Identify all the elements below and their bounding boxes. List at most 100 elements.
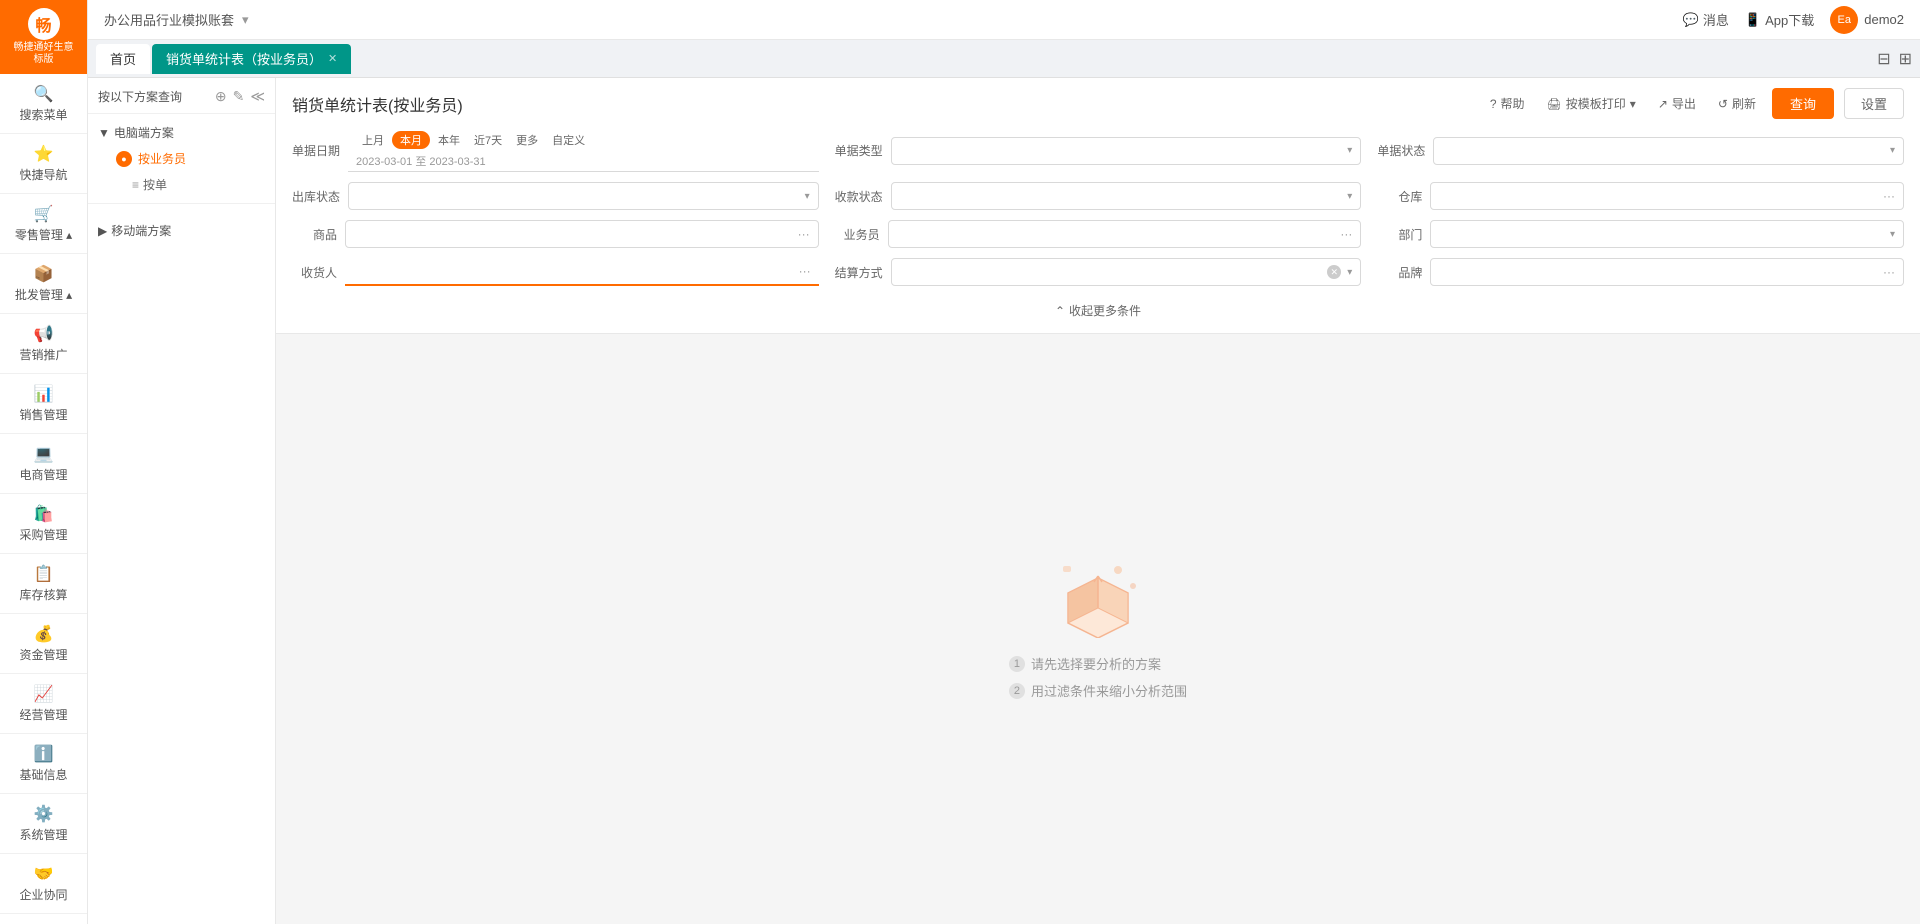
- right-content: 销货单统计表(按业务员) ? 帮助 🖨 按模板打印 ▾ ↗: [276, 78, 1920, 924]
- date-filter-control[interactable]: 上月 本月 本年 近7天 更多 自定义 2023-03-01 至 2023-03…: [348, 129, 819, 172]
- filter-out-status-field: 出库状态 ▾: [292, 182, 819, 210]
- tabbar: 首页 销货单统计表（按业务员） ✕ ⊟ ⊞: [88, 40, 1920, 78]
- edit-scheme-icon[interactable]: ✎: [233, 88, 245, 105]
- receiver-more-icon: ···: [799, 264, 811, 278]
- print-dropdown-icon[interactable]: ▾: [1630, 97, 1636, 111]
- tab-home[interactable]: 首页: [96, 44, 150, 74]
- scheme-section-desktop: ▼ 电脑端方案 ● 按业务员 ≡ 按单: [88, 114, 275, 203]
- sidebar-menu-icon-9: 💰: [4, 624, 83, 644]
- scheme-item-salesperson[interactable]: ● 按业务员: [88, 145, 275, 172]
- payment-label: 结算方式: [835, 264, 883, 281]
- scheme-group-desktop[interactable]: ▼ 电脑端方案: [88, 120, 275, 145]
- filter-payment-field: 结算方式 ✕ ▾: [835, 258, 1362, 286]
- left-panel-header: 按以下方案查询 ⊕ ✎ ≪: [88, 88, 275, 114]
- brand-control[interactable]: ···: [1430, 258, 1904, 286]
- sidebar-menu-icon-8: 📋: [4, 564, 83, 584]
- sidebar-item-4[interactable]: 📢营销推广: [0, 314, 87, 374]
- salesperson-control[interactable]: ···: [888, 220, 1362, 248]
- sidebar-item-11[interactable]: ℹ️基础信息: [0, 734, 87, 794]
- sidebar-menu-label-6: 电商管理: [4, 466, 83, 483]
- tab-minimize-icon[interactable]: ⊟: [1877, 49, 1890, 69]
- bill-type-control[interactable]: ▾: [891, 137, 1362, 165]
- sidebar-menu-icon-10: 📈: [4, 684, 83, 704]
- tab-close-icon[interactable]: ✕: [328, 52, 337, 65]
- date-tab-thismonth[interactable]: 本月: [392, 131, 430, 149]
- date-tab-7days[interactable]: 近7天: [468, 131, 508, 149]
- sidebar-menu-label-2: 零售管理 ▴: [4, 226, 83, 243]
- sidebar-menu-icon-1: ⭐: [4, 144, 83, 164]
- scheme-group-mobile[interactable]: ▶ 移动端方案: [88, 218, 275, 243]
- sidebar-item-12[interactable]: ⚙️系统管理: [0, 794, 87, 854]
- receive-status-control[interactable]: ▾: [891, 182, 1362, 210]
- filter-receive-status-field: 收款状态 ▾: [835, 182, 1362, 210]
- sidebar-item-2[interactable]: 🛒 零售管理 ▴: [0, 194, 87, 254]
- payment-clear-icon[interactable]: ✕: [1327, 265, 1341, 279]
- data-area: 1 请先选择要分析的方案 2 用过滤条件来缩小分析范围: [276, 334, 1920, 924]
- date-label: 单据日期: [292, 142, 340, 159]
- department-label: 部门: [1377, 226, 1422, 243]
- sub-item-label: 按单: [143, 176, 167, 193]
- help-button[interactable]: ? 帮助: [1484, 93, 1531, 114]
- topbar-right: 💬 消息 📱 App下载 Ea demo2: [1683, 6, 1904, 34]
- message-button[interactable]: 💬 消息: [1683, 10, 1729, 29]
- sidebar-item-5[interactable]: 📊销售管理: [0, 374, 87, 434]
- date-tab-lastmonth[interactable]: 上月: [356, 131, 390, 149]
- sidebar: 畅 畅捷通好生意 标版 🔍搜索菜单⭐快捷导航 🛒 零售管理 ▴ 📦批发管理 ▴📢营销推…: [0, 0, 88, 924]
- collapse-button[interactable]: ⌃ 收起更多条件: [1049, 296, 1147, 325]
- scheme-active-icon: ●: [116, 151, 132, 167]
- sidebar-item-3[interactable]: 📦批发管理 ▴: [0, 254, 87, 314]
- tab-report[interactable]: 销货单统计表（按业务员） ✕: [152, 44, 351, 74]
- sidebar-item-13[interactable]: 🤝企业协同: [0, 854, 87, 914]
- sidebar-item-9[interactable]: 💰资金管理: [0, 614, 87, 674]
- product-label: 商品: [292, 226, 337, 243]
- print-button[interactable]: 🖨 按模板打印 ▾: [1541, 93, 1642, 114]
- scheme-item-bill[interactable]: ≡ 按单: [88, 172, 275, 197]
- tab-expand-icon[interactable]: ⊞: [1899, 49, 1912, 69]
- collapse-icon: ⌃: [1055, 304, 1065, 318]
- bill-status-control[interactable]: ▾: [1433, 137, 1904, 165]
- app-download-button[interactable]: 📱 App下载: [1745, 10, 1814, 29]
- settings-button[interactable]: 设置: [1844, 88, 1904, 119]
- filter-date-field: 单据日期 上月 本月 本年 近7天 更多 自定义 20: [292, 129, 819, 172]
- sidebar-item-10[interactable]: 📈经营管理: [0, 674, 87, 734]
- print-icon: 🖨: [1547, 97, 1562, 111]
- topbar-left: 办公用品行业模拟账套 ▾: [104, 10, 249, 29]
- export-button[interactable]: ↗ 导出: [1652, 93, 1702, 114]
- tip-text-2: 用过滤条件来缩小分析范围: [1031, 681, 1187, 700]
- sidebar-item-1[interactable]: ⭐快捷导航: [0, 134, 87, 194]
- sidebar-item-14[interactable]: 🎓新手引导: [0, 914, 87, 924]
- warehouse-control[interactable]: ···: [1430, 182, 1904, 210]
- payment-control[interactable]: ✕ ▾: [891, 258, 1362, 286]
- department-control[interactable]: ▾: [1430, 220, 1904, 248]
- filter-receiver-field: 收货人 ···: [292, 258, 819, 286]
- sidebar-menu-label-5: 销售管理: [4, 406, 83, 423]
- receiver-control[interactable]: ···: [345, 258, 819, 286]
- collapse-panel-icon[interactable]: ≪: [250, 88, 265, 105]
- query-button[interactable]: 查询: [1772, 88, 1834, 119]
- logo-area: 畅 畅捷通好生意 标版: [0, 0, 87, 74]
- dropdown-icon[interactable]: ▾: [242, 12, 249, 28]
- sidebar-item-6[interactable]: 💻电商管理: [0, 434, 87, 494]
- left-panel-title: 按以下方案查询: [98, 88, 182, 105]
- tip-item-1: 1 请先选择要分析的方案: [1009, 654, 1187, 673]
- filter-row-2: 出库状态 ▾ 收款状态 ▾ 仓库: [292, 182, 1904, 210]
- out-status-control[interactable]: ▾: [348, 182, 819, 210]
- user-menu[interactable]: Ea demo2: [1830, 6, 1904, 34]
- receiver-label: 收货人: [292, 264, 337, 281]
- sidebar-menu: 🔍搜索菜单⭐快捷导航🛒零售管理 ▴📦批发管理 ▴📢营销推广📊销售管理💻电商管理🛍…: [0, 74, 87, 924]
- date-tab-custom[interactable]: 自定义: [546, 131, 591, 149]
- refresh-button[interactable]: ↺ 刷新: [1712, 93, 1762, 114]
- add-scheme-icon[interactable]: ⊕: [215, 88, 227, 105]
- sidebar-menu-label-0: 搜索菜单: [4, 106, 83, 123]
- sidebar-item-7[interactable]: 🛍️采购管理: [0, 494, 87, 554]
- date-tab-thisyear[interactable]: 本年: [432, 131, 466, 149]
- sidebar-item-8[interactable]: 📋库存核算: [0, 554, 87, 614]
- sidebar-item-0[interactable]: 🔍搜索菜单: [0, 74, 87, 134]
- date-range-text: 2023-03-01 至 2023-03-31: [356, 153, 486, 169]
- product-control[interactable]: ···: [345, 220, 819, 248]
- warehouse-more-icon: ···: [1883, 189, 1895, 203]
- sidebar-menu-icon-2: 🛒: [4, 204, 83, 224]
- salesperson-label: 业务员: [835, 226, 880, 243]
- date-tab-more[interactable]: 更多: [510, 131, 544, 149]
- sidebar-menu-icon-7: 🛍️: [4, 504, 83, 524]
